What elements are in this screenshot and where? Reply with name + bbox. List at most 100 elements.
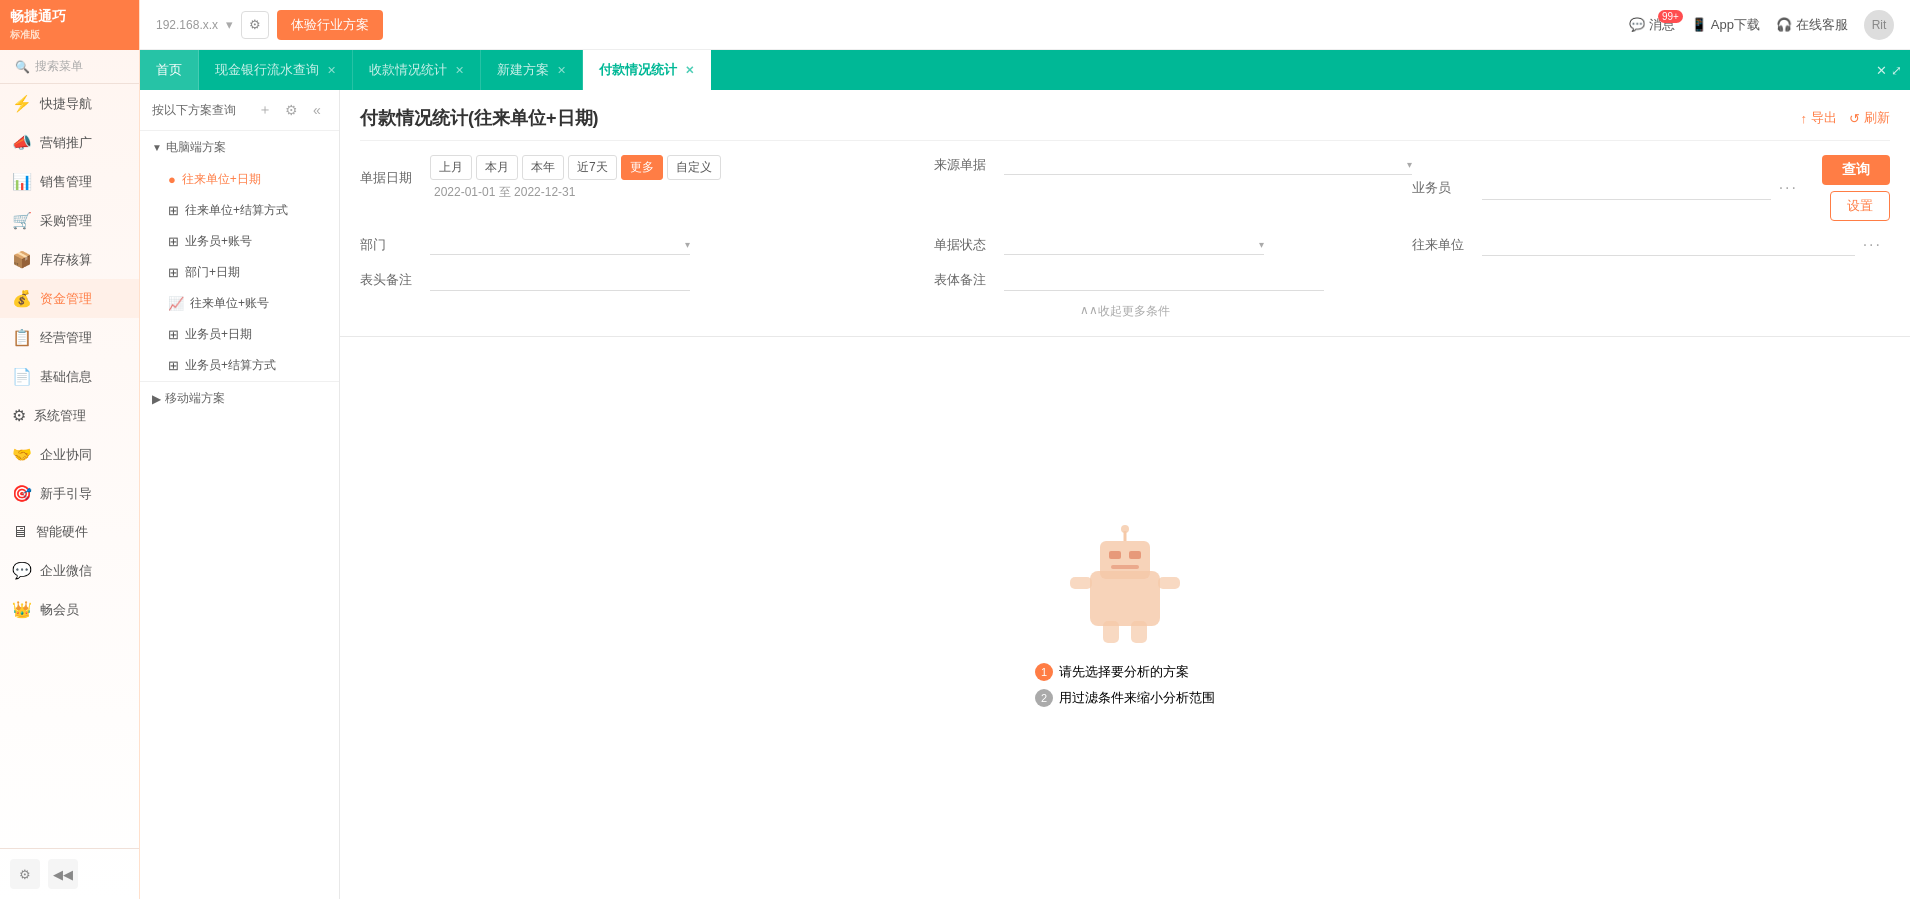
sidebar-item-basic-info[interactable]: 📄 基础信息: [0, 357, 139, 396]
mobile-category-label: 移动端方案: [165, 390, 225, 407]
sidebar-item-finance[interactable]: 💰 资金管理: [0, 279, 139, 318]
collapse-btn[interactable]: ∧∧ 收起更多条件: [360, 295, 1890, 320]
collapse-sidebar-btn[interactable]: ◀◀: [48, 859, 78, 889]
sidebar-item-marketing[interactable]: 📣 营销推广: [0, 123, 139, 162]
scheme-item-staff-settle[interactable]: ⊞ 业务员+结算方式: [140, 350, 339, 381]
tab-new-scheme-close[interactable]: ✕: [557, 64, 566, 77]
sidebar-item-purchase[interactable]: 🛒 采购管理: [0, 201, 139, 240]
sidebar-item-member[interactable]: 👑 畅会员: [0, 590, 139, 629]
last-month-btn[interactable]: 上月: [430, 155, 472, 180]
topbar: 192.168.x.x ▾ ⚙ 体验行业方案 💬 消息 99+ 📱 App下载 …: [140, 0, 1910, 50]
sidebar-item-label: 企业微信: [40, 562, 92, 580]
this-year-btn[interactable]: 本年: [522, 155, 564, 180]
header-note-input[interactable]: [430, 268, 690, 291]
sidebar-item-operations[interactable]: 📋 经营管理: [0, 318, 139, 357]
tab-pay-stat-close[interactable]: ✕: [685, 64, 694, 77]
unit-dots-btn[interactable]: ···: [1855, 236, 1890, 254]
export-btn[interactable]: ↑ 导出: [1801, 109, 1838, 127]
staff-dots-btn[interactable]: ···: [1771, 179, 1806, 197]
scheme-item-staff-date[interactable]: ⊞ 业务员+日期: [140, 319, 339, 350]
empty-state: 1 请先选择要分析的方案 2 用过滤条件来缩小分析范围: [340, 337, 1910, 899]
sidebar: 畅捷通巧 标准版 🔍 搜索菜单 ⚡ 快捷导航 📣 营销推广 📊 销售管理 🛒 采…: [0, 0, 140, 899]
message-icon: 💬: [1629, 17, 1645, 32]
custom-btn[interactable]: 自定义: [667, 155, 721, 180]
setting-btn[interactable]: 设置: [1830, 191, 1890, 221]
topbar-dropdown-arrow[interactable]: ▾: [226, 17, 233, 32]
sidebar-item-hardware[interactable]: 🖥 智能硬件: [0, 513, 139, 551]
topbar-gear-btn[interactable]: ⚙: [241, 11, 269, 39]
sidebar-item-quick-nav[interactable]: ⚡ 快捷导航: [0, 84, 139, 123]
refresh-btn[interactable]: ↺ 刷新: [1849, 109, 1890, 127]
dept-select[interactable]: ▾: [430, 235, 690, 255]
scheme-item-unit-account[interactable]: 📈 往来单位+账号: [140, 288, 339, 319]
sidebar-item-label: 快捷导航: [40, 95, 92, 113]
export-icon: ↑: [1801, 111, 1808, 126]
scheme-item-unit-date[interactable]: ● 往来单位+日期: [140, 164, 339, 195]
settings-footer-btn[interactable]: ⚙: [10, 859, 40, 889]
trial-btn[interactable]: 体验行业方案: [277, 10, 383, 40]
desktop-category[interactable]: ▼ 电脑端方案: [140, 131, 339, 164]
marketing-icon: 📣: [12, 133, 32, 152]
sidebar-item-wechat[interactable]: 💬 企业微信: [0, 551, 139, 590]
sidebar-item-label: 销售管理: [40, 173, 92, 191]
finance-icon: 💰: [12, 289, 32, 308]
app-download-label: App下载: [1711, 16, 1760, 34]
filter-section: 付款情况统计(往来单位+日期) ↑ 导出 ↺ 刷新: [340, 90, 1910, 337]
online-service-btn[interactable]: 🎧 在线客服: [1776, 16, 1848, 34]
main-area: 192.168.x.x ▾ ⚙ 体验行业方案 💬 消息 99+ 📱 App下载 …: [140, 0, 1910, 899]
scheme-item-dept-date[interactable]: ⊞ 部门+日期: [140, 257, 339, 288]
sidebar-item-label: 资金管理: [40, 290, 92, 308]
tabbar-actions: ✕ ⤢: [1868, 50, 1910, 90]
dept-arrow-icon: ▾: [685, 239, 690, 250]
tab-pay-stat[interactable]: 付款情况统计 ✕: [583, 50, 711, 90]
sales-icon: 📊: [12, 172, 32, 191]
unit-input[interactable]: [1482, 233, 1855, 256]
tab-payment-stat[interactable]: 收款情况统计 ✕: [353, 50, 481, 90]
app-download-btn[interactable]: 📱 App下载: [1691, 16, 1760, 34]
scheme-item-label: 部门+日期: [185, 264, 240, 281]
scheme-item-unit-settle[interactable]: ⊞ 往来单位+结算方式: [140, 195, 339, 226]
tip-text-2: 用过滤条件来缩小分析范围: [1059, 689, 1215, 707]
sidebar-item-label: 营销推广: [40, 134, 92, 152]
hardware-icon: 🖥: [12, 523, 28, 541]
add-scheme-btn[interactable]: ＋: [255, 100, 275, 120]
message-btn[interactable]: 💬 消息 99+: [1629, 16, 1675, 34]
tab-bank[interactable]: 现金银行流水查询 ✕: [199, 50, 353, 90]
sidebar-item-sales[interactable]: 📊 销售管理: [0, 162, 139, 201]
user-avatar[interactable]: Rit: [1864, 10, 1894, 40]
tab-new-scheme[interactable]: 新建方案 ✕: [481, 50, 583, 90]
tab-bank-label: 现金银行流水查询: [215, 61, 319, 79]
mobile-category[interactable]: ▶ 移动端方案: [140, 381, 339, 415]
sidebar-item-system[interactable]: ⚙ 系统管理: [0, 396, 139, 435]
tab-close-all-btn[interactable]: ✕: [1876, 63, 1887, 78]
tab-bank-close[interactable]: ✕: [327, 64, 336, 77]
scheme-item-staff-account[interactable]: ⊞ 业务员+账号: [140, 226, 339, 257]
page-title: 付款情况统计(往来单位+日期): [360, 106, 599, 130]
tip-num-2: 2: [1035, 689, 1053, 707]
page-title-row: 付款情况统计(往来单位+日期) ↑ 导出 ↺ 刷新: [360, 106, 1890, 141]
sidebar-item-coop[interactable]: 🤝 企业协同: [0, 435, 139, 474]
more-btn[interactable]: 更多: [621, 155, 663, 180]
empty-tip-2: 2 用过滤条件来缩小分析范围: [1035, 689, 1215, 707]
source-select[interactable]: ▾: [1004, 155, 1412, 175]
sidebar-item-guide[interactable]: 🎯 新手引导: [0, 474, 139, 513]
query-btn[interactable]: 查询: [1822, 155, 1890, 185]
staff-input[interactable]: [1482, 177, 1771, 200]
sidebar-item-inventory[interactable]: 📦 库存核算: [0, 240, 139, 279]
collapse-panel-btn[interactable]: «: [307, 100, 327, 120]
body-note-input[interactable]: [1004, 268, 1324, 291]
sidebar-footer: ⚙ ◀◀: [0, 848, 139, 899]
staff-account-icon: ⊞: [168, 234, 179, 249]
tab-payment-stat-close[interactable]: ✕: [455, 64, 464, 77]
last-7days-btn[interactable]: 近7天: [568, 155, 617, 180]
scheme-settings-btn[interactable]: ⚙: [281, 100, 301, 120]
dept-date-icon: ⊞: [168, 265, 179, 280]
doc-status-select[interactable]: ▾: [1004, 235, 1264, 255]
tab-expand-btn[interactable]: ⤢: [1891, 63, 1902, 78]
tab-home[interactable]: 首页: [140, 50, 199, 90]
operations-icon: 📋: [12, 328, 32, 347]
server-address: 192.168.x.x: [156, 18, 218, 32]
this-month-btn[interactable]: 本月: [476, 155, 518, 180]
search-menu[interactable]: 🔍 搜索菜单: [0, 50, 139, 84]
refresh-icon: ↺: [1849, 111, 1860, 126]
